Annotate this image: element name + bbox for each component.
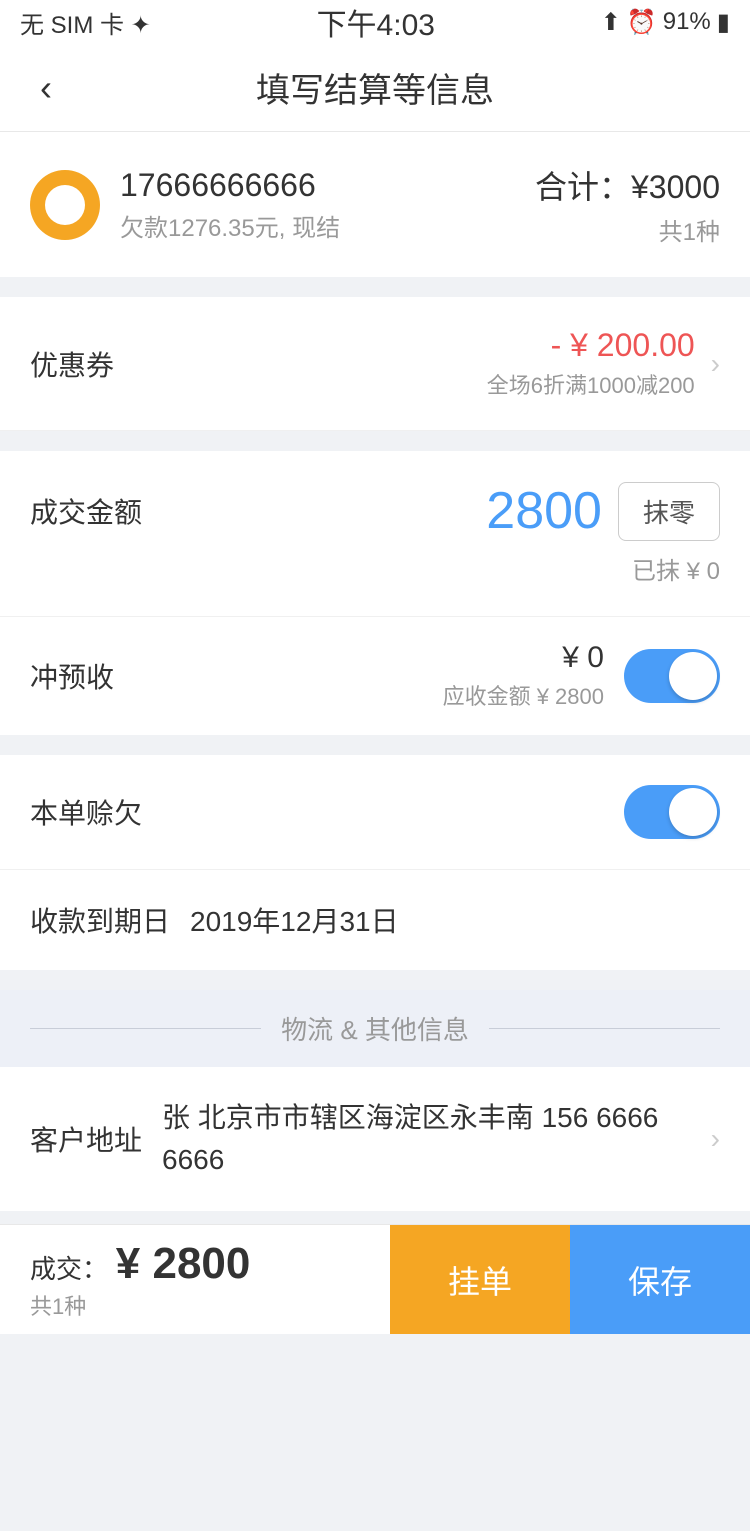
address-value: 张 北京市市辖区海淀区永丰南 156 6666 6666 xyxy=(162,1097,711,1181)
address-chevron-icon: › xyxy=(711,1123,720,1155)
avatar xyxy=(30,170,100,240)
bendan-row: 本单赊欠 xyxy=(0,755,750,869)
save-button[interactable]: 保存 xyxy=(570,1225,750,1334)
chong-label: 冲预收 xyxy=(30,656,114,696)
title-line-right xyxy=(489,1028,720,1029)
bottom-deal-count: 共1种 xyxy=(30,1289,360,1321)
customer-phone: 17666666666 xyxy=(120,167,340,204)
deal-sub-text: 已抹 ¥ 0 xyxy=(632,558,720,585)
total-amount: 合计：¥3000 xyxy=(535,162,720,208)
coupon-label: 优惠券 xyxy=(30,344,114,384)
bottom-actions: 挂单 保存 xyxy=(390,1225,750,1334)
chevron-right-icon: › xyxy=(711,348,720,380)
total-count: 共1种 xyxy=(535,212,720,247)
status-bar: 无 SIM 卡 ✦ 下午4:03 ⬆ ⏰ 91% ▮ xyxy=(0,0,750,44)
customer-info: 17666666666 欠款1276.35元, 现结 xyxy=(120,167,340,243)
chong-right: ¥ 0 应收金额 ¥ 2800 xyxy=(443,641,720,711)
hold-order-button[interactable]: 挂单 xyxy=(390,1225,570,1334)
bottom-deal-label: 成交： xyxy=(30,1254,108,1284)
bendan-toggle-knob xyxy=(669,788,717,836)
page-title: 填写结算等信息 xyxy=(256,63,494,112)
title-line-left xyxy=(30,1028,261,1029)
bendan-toggle[interactable] xyxy=(624,785,720,839)
toggle-knob xyxy=(669,652,717,700)
chong-toggle[interactable] xyxy=(624,649,720,703)
coupon-row[interactable]: 优惠券 - ¥ 200.00 全场6折满1000减200 › xyxy=(0,297,750,431)
bottom-deal-row: 成交： ¥ 2800 xyxy=(30,1239,360,1289)
deal-amount-section: 成交金额 2800 抹零 已抹 ¥ 0 xyxy=(0,451,750,616)
deal-amount-row: 成交金额 2800 抹零 xyxy=(30,481,720,541)
chong-value-block: ¥ 0 应收金额 ¥ 2800 xyxy=(443,641,604,711)
deal-amount-value: 2800 xyxy=(486,481,602,541)
divider-2 xyxy=(0,431,750,451)
battery-level: 91% xyxy=(663,8,711,36)
sim-label: 无 SIM 卡 ✦ xyxy=(20,5,151,40)
alarm-icon: ⏰ xyxy=(627,8,657,37)
avatar-icon xyxy=(45,185,85,225)
customer-right: 合计：¥3000 共1种 xyxy=(535,162,720,247)
section-title-bar: 物流 & 其他信息 xyxy=(0,990,750,1067)
status-time: 下午4:03 xyxy=(317,0,435,44)
section-title-text: 物流 & 其他信息 xyxy=(281,1010,469,1047)
bottom-bar: 成交： ¥ 2800 共1种 挂单 保存 xyxy=(0,1224,750,1334)
address-label: 客户地址 xyxy=(30,1119,142,1159)
coupon-right: - ¥ 200.00 全场6折满1000减200 › xyxy=(487,327,720,400)
deal-amount-label: 成交金额 xyxy=(30,491,142,531)
bottom-deal-amount: ¥ 2800 xyxy=(116,1239,251,1288)
due-date-value: 2019年12月31日 xyxy=(190,900,399,940)
back-button[interactable]: ‹ xyxy=(30,57,62,119)
bendan-label: 本单赊欠 xyxy=(30,792,142,832)
chong-receivable: 应收金额 ¥ 2800 xyxy=(443,679,604,711)
round-zero-button[interactable]: 抹零 xyxy=(618,482,720,541)
location-icon: ⬆ xyxy=(601,8,621,37)
customer-left: 17666666666 欠款1276.35元, 现结 xyxy=(30,167,340,243)
divider-4 xyxy=(0,970,750,990)
bottom-summary: 成交： ¥ 2800 共1种 xyxy=(0,1239,390,1321)
coupon-desc: 全场6折满1000减200 xyxy=(487,368,695,400)
due-date-row: 收款到期日 2019年12月31日 xyxy=(0,869,750,970)
divider-3 xyxy=(0,735,750,755)
deal-amount-right: 2800 抹零 xyxy=(486,481,720,541)
status-left: 无 SIM 卡 ✦ xyxy=(20,5,151,40)
customer-row: 17666666666 欠款1276.35元, 现结 合计：¥3000 共1种 xyxy=(30,162,720,247)
status-right: ⬆ ⏰ 91% ▮ xyxy=(601,8,730,37)
coupon-discount: - ¥ 200.00 xyxy=(487,327,695,364)
coupon-value: - ¥ 200.00 全场6折满1000减200 xyxy=(487,327,695,400)
chong-amount: ¥ 0 xyxy=(443,641,604,675)
customer-card: 17666666666 欠款1276.35元, 现结 合计：¥3000 共1种 xyxy=(0,132,750,277)
customer-note: 欠款1276.35元, 现结 xyxy=(120,208,340,243)
address-row[interactable]: 客户地址 张 北京市市辖区海淀区永丰南 156 6666 6666 › xyxy=(0,1067,750,1211)
due-date-label: 收款到期日 xyxy=(30,900,170,940)
divider-1 xyxy=(0,277,750,297)
battery-icon: ▮ xyxy=(717,8,730,37)
nav-bar: ‹ 填写结算等信息 xyxy=(0,44,750,132)
chong-prereceive-row: 冲预收 ¥ 0 应收金额 ¥ 2800 xyxy=(0,616,750,735)
